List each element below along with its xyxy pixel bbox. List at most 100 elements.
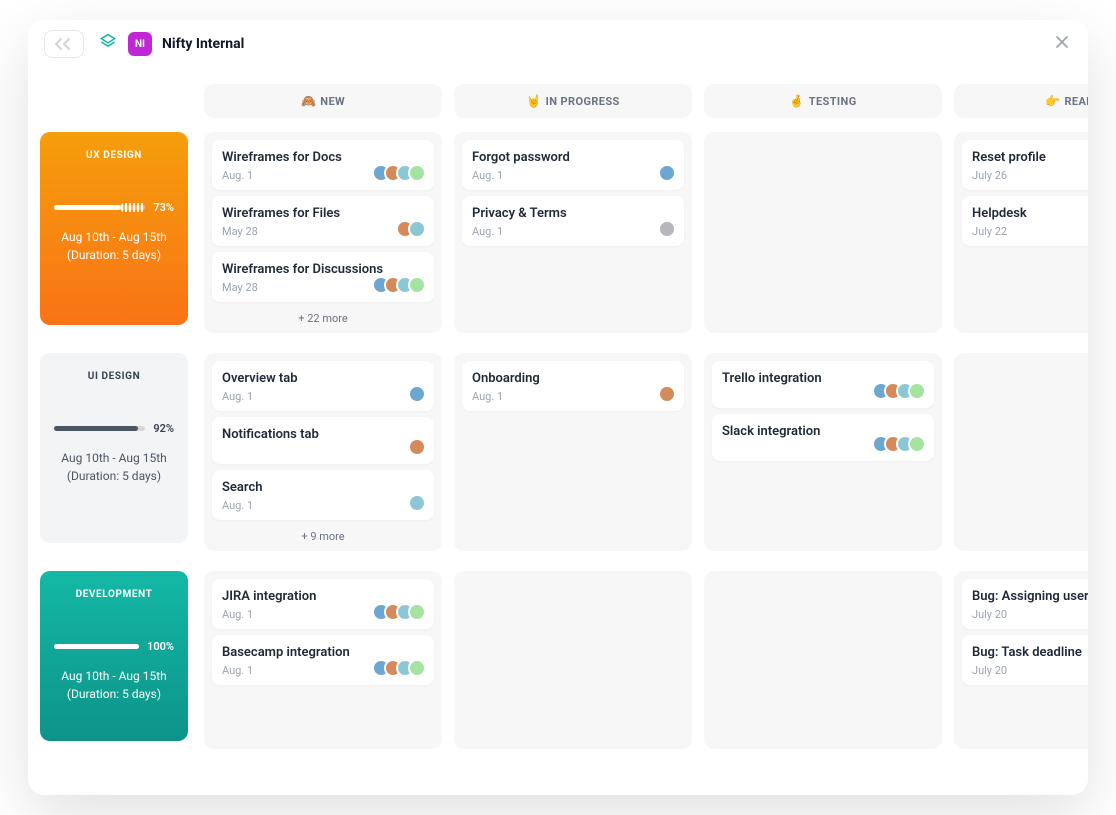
task-title: Wireframes for Discussions bbox=[222, 262, 424, 277]
column-label: READY bbox=[1064, 95, 1088, 108]
header: NI Nifty Internal bbox=[28, 20, 1088, 68]
project-badge: NI bbox=[128, 32, 152, 56]
progress-percent: 92% bbox=[153, 422, 174, 435]
chevrons-left-icon bbox=[53, 37, 75, 51]
task-title: Search bbox=[222, 480, 424, 495]
task-date: Aug. 1 bbox=[472, 169, 674, 182]
task-card[interactable]: Wireframes for Files May 28 bbox=[212, 196, 434, 246]
task-card[interactable]: Onboarding Aug. 1 bbox=[462, 361, 684, 411]
avatar bbox=[408, 164, 426, 182]
assignees bbox=[658, 385, 676, 403]
swimlane-dates: Aug 10th - Aug 15th(Duration: 5 days) bbox=[61, 228, 167, 264]
progress-bar bbox=[54, 644, 139, 649]
task-date: Aug. 1 bbox=[222, 499, 424, 512]
task-card[interactable]: Slack integration bbox=[712, 414, 934, 461]
assignees bbox=[372, 276, 426, 294]
close-icon bbox=[1054, 34, 1070, 50]
board-cell bbox=[454, 571, 692, 749]
column-header: 👉READY bbox=[954, 84, 1088, 118]
progress-fill bbox=[54, 205, 121, 210]
show-more-link[interactable]: + 9 more bbox=[212, 526, 434, 545]
task-date: Aug. 1 bbox=[472, 390, 674, 403]
task-date: May 28 bbox=[222, 225, 424, 238]
lane-header-spacer bbox=[34, 84, 192, 118]
app-window: NI Nifty Internal 🙈NEW 🤘 IN PROGRESS 🤞TESTI… bbox=[28, 20, 1088, 795]
avatar bbox=[658, 164, 676, 182]
task-card[interactable]: Wireframes for Discussions May 28 bbox=[212, 252, 434, 302]
assignees bbox=[372, 603, 426, 621]
task-title: Notifications tab bbox=[222, 427, 424, 442]
task-title: Basecamp integration bbox=[222, 645, 424, 660]
task-card[interactable]: Helpdesk July 22 bbox=[962, 196, 1088, 246]
task-card[interactable]: Bug: Task deadline July 20 bbox=[962, 635, 1088, 685]
show-more-link[interactable]: + 22 more bbox=[212, 308, 434, 327]
board-cell bbox=[954, 353, 1088, 551]
swimlane-summary[interactable]: DEVELOPMENT 100% Aug 10th - Aug 15th(Dur… bbox=[40, 571, 188, 741]
avatar bbox=[658, 385, 676, 403]
avatar bbox=[408, 276, 426, 294]
board-cell: Onboarding Aug. 1 bbox=[454, 353, 692, 551]
swimlane-title: UX DESIGN bbox=[86, 150, 142, 161]
board-cell: Bug: Assigning users July 20 Bug: Task d… bbox=[954, 571, 1088, 749]
progress-bar bbox=[54, 426, 145, 431]
progress-row: 92% bbox=[54, 422, 174, 435]
task-date: July 22 bbox=[972, 225, 1088, 238]
column-emoji-icon: 🤘 bbox=[526, 94, 541, 108]
avatar bbox=[408, 438, 426, 456]
task-title: Reset profile bbox=[972, 150, 1088, 165]
swimlane-dates: Aug 10th - Aug 15th(Duration: 5 days) bbox=[61, 449, 167, 485]
task-title: Helpdesk bbox=[972, 206, 1088, 221]
avatar bbox=[408, 494, 426, 512]
avatar bbox=[408, 603, 426, 621]
task-card[interactable]: Privacy & Terms Aug. 1 bbox=[462, 196, 684, 246]
column-emoji-icon: 🙈 bbox=[301, 94, 316, 108]
task-card[interactable]: Bug: Assigning users July 20 bbox=[962, 579, 1088, 629]
task-title: Wireframes for Docs bbox=[222, 150, 424, 165]
assignees bbox=[408, 438, 426, 456]
progress-row: 100% bbox=[54, 640, 174, 653]
assignees bbox=[408, 494, 426, 512]
kanban-board: 🙈NEW 🤘 IN PROGRESS 🤞TESTING 👉READY UX DESIGN… bbox=[28, 68, 1088, 795]
column-header: 🤘 IN PROGRESS bbox=[454, 84, 692, 118]
swimlane-summary[interactable]: UI DESIGN 92% Aug 10th - Aug 15th(Durati… bbox=[40, 353, 188, 543]
task-card[interactable]: Wireframes for Docs Aug. 1 bbox=[212, 140, 434, 190]
board-cell bbox=[704, 571, 942, 749]
avatar bbox=[408, 220, 426, 238]
progress-row: 73% bbox=[54, 201, 174, 214]
progress-fill bbox=[54, 644, 139, 649]
task-title: JIRA integration bbox=[222, 589, 424, 604]
nav-back-group[interactable] bbox=[44, 30, 84, 58]
task-title: Wireframes for Files bbox=[222, 206, 424, 221]
progress-bar bbox=[54, 205, 145, 210]
assignees bbox=[408, 385, 426, 403]
task-card[interactable]: Reset profile July 26 bbox=[962, 140, 1088, 190]
task-card[interactable]: Notifications tab bbox=[212, 417, 434, 464]
column-header: 🤞TESTING bbox=[704, 84, 942, 118]
swimlane-title: UI DESIGN bbox=[88, 371, 140, 382]
task-card[interactable]: Basecamp integration Aug. 1 bbox=[212, 635, 434, 685]
task-date: July 26 bbox=[972, 169, 1088, 182]
assignees bbox=[372, 164, 426, 182]
column-label: IN PROGRESS bbox=[546, 95, 620, 108]
progress-percent: 100% bbox=[147, 640, 174, 653]
task-card[interactable]: Search Aug. 1 bbox=[212, 470, 434, 520]
swimlane-title: DEVELOPMENT bbox=[76, 589, 153, 600]
task-title: Overview tab bbox=[222, 371, 424, 386]
task-card[interactable]: JIRA integration Aug. 1 bbox=[212, 579, 434, 629]
task-card[interactable]: Trello integration bbox=[712, 361, 934, 408]
board-cell: Overview tab Aug. 1 Notifications tab Se… bbox=[204, 353, 442, 551]
close-button[interactable] bbox=[1054, 34, 1070, 54]
task-date: July 20 bbox=[972, 608, 1088, 621]
assignees bbox=[872, 435, 926, 453]
task-card[interactable]: Overview tab Aug. 1 bbox=[212, 361, 434, 411]
column-header: 🙈NEW bbox=[204, 84, 442, 118]
task-title: Forgot password bbox=[472, 150, 674, 165]
assignees bbox=[396, 220, 426, 238]
task-card[interactable]: Forgot password Aug. 1 bbox=[462, 140, 684, 190]
assignees bbox=[372, 659, 426, 677]
swimlane-summary[interactable]: UX DESIGN 73% Aug 10th - Aug 15th(Durati… bbox=[40, 132, 188, 325]
assignees bbox=[658, 220, 676, 238]
assignees bbox=[658, 164, 676, 182]
swimlane-dates: Aug 10th - Aug 15th(Duration: 5 days) bbox=[61, 667, 167, 703]
task-date: Aug. 1 bbox=[472, 225, 674, 238]
